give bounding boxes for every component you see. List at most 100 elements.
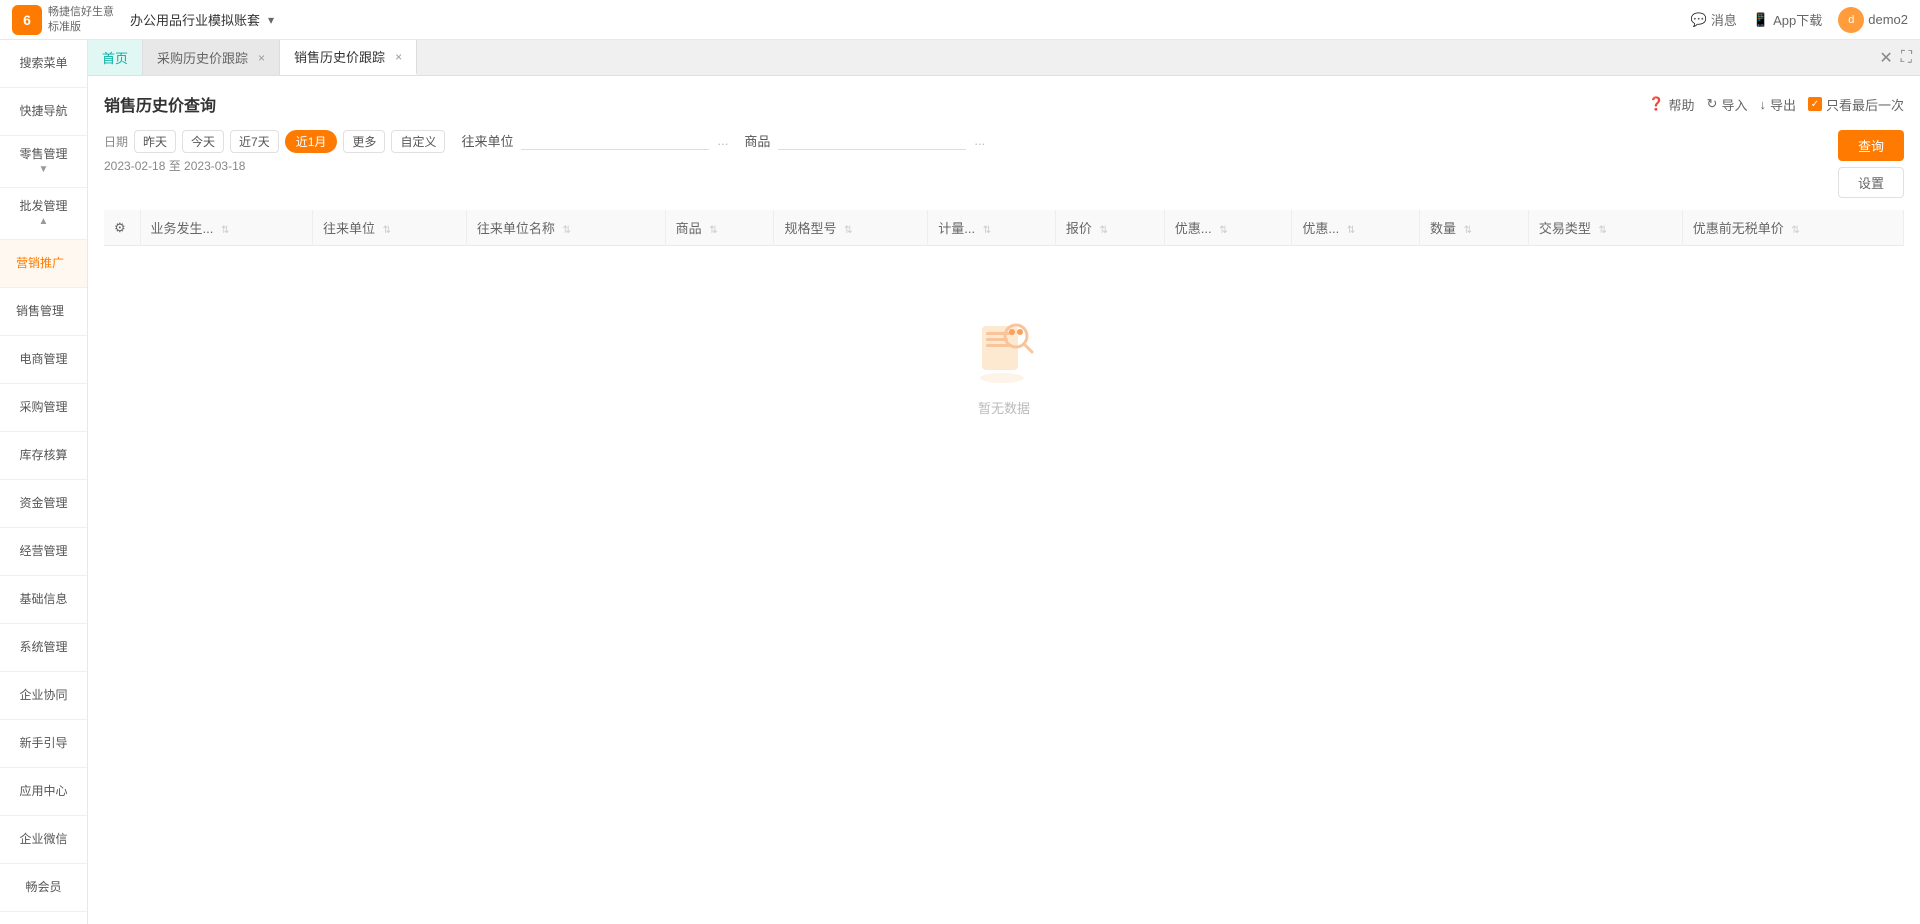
page-title: 销售历史价查询: [104, 92, 216, 116]
table-header-biz-date[interactable]: 业务发生... ⇅: [140, 210, 313, 246]
sidebar: 搜索菜单 快捷导航 零售管理 ▼ 批发管理 ▲ 营销推广 销售管理 电商管理 采…: [0, 40, 88, 924]
sidebar-item-operations[interactable]: 经营管理: [0, 528, 87, 576]
sort-arrows-spec[interactable]: ⇅: [844, 225, 852, 236]
table-header-quote[interactable]: 报价 ⇅: [1055, 210, 1164, 246]
table-header-discount1[interactable]: 优惠... ⇅: [1164, 210, 1292, 246]
sort-arrows-discount2[interactable]: ⇅: [1347, 225, 1355, 236]
checkbox-icon: ✓: [1808, 97, 1822, 111]
sidebar-label-vip: 畅会员: [25, 879, 61, 896]
partner-filter: 往来单位 ...: [461, 130, 728, 150]
sidebar-item-wholesale-mgmt[interactable]: 批发管理 ▲: [0, 188, 87, 240]
page-content: 销售历史价查询 ❓ 帮助 ↻ 导入 ↓ 导出 ✓: [88, 76, 1920, 924]
sidebar-item-purchase-mgmt[interactable]: 采购管理: [0, 384, 87, 432]
app-title-dropdown[interactable]: ▾: [268, 13, 274, 27]
page-header-actions: ❓ 帮助 ↻ 导入 ↓ 导出 ✓ 只看最后一次: [1648, 95, 1904, 114]
import-btn[interactable]: ↻ 导入: [1707, 95, 1748, 114]
table-header-no-tax-price[interactable]: 优惠前无税单价 ⇅: [1682, 210, 1903, 246]
date-btn-7days[interactable]: 近7天: [230, 130, 279, 153]
date-btn-more[interactable]: 更多: [343, 130, 385, 153]
close-tab-btn[interactable]: ✕: [1879, 48, 1892, 68]
export-btn[interactable]: ↓ 导出: [1759, 95, 1796, 114]
gear-icon[interactable]: ⚙: [114, 220, 126, 235]
sort-arrows-product[interactable]: ⇅: [709, 225, 717, 236]
table-header-discount2[interactable]: 优惠... ⇅: [1292, 210, 1420, 246]
sidebar-item-enterprise[interactable]: 企业协同: [0, 672, 87, 720]
date-btn-today[interactable]: 今天: [182, 130, 224, 153]
sidebar-item-retail-mgmt[interactable]: 零售管理 ▼: [0, 136, 87, 188]
sidebar-label-sales-mgmt: 销售管理: [16, 303, 64, 320]
sidebar-item-guide[interactable]: 新手引导: [0, 720, 87, 768]
app-title: 办公用品行业模拟账套: [130, 10, 260, 29]
date-btn-yesterday[interactable]: 昨天: [134, 130, 176, 153]
sidebar-item-marketing[interactable]: 营销推广: [0, 240, 87, 288]
tab-sales-history-label: 销售历史价跟踪: [294, 47, 385, 66]
tab-sales-history-close[interactable]: ×: [395, 50, 402, 64]
date-btn-1month[interactable]: 近1月: [285, 130, 338, 153]
sidebar-item-ecommerce[interactable]: 电商管理: [0, 336, 87, 384]
product-filter-input[interactable]: [778, 130, 966, 150]
user-avatar[interactable]: d demo2: [1838, 7, 1908, 33]
product-filter-label: 商品: [744, 131, 770, 150]
partner-filter-dots[interactable]: ...: [717, 133, 728, 148]
tab-home[interactable]: 首页: [88, 40, 143, 75]
sort-arrows-partner-name[interactable]: ⇅: [562, 225, 570, 236]
query-button[interactable]: 查询: [1838, 130, 1904, 161]
table-header-product[interactable]: 商品 ⇅: [665, 210, 774, 246]
date-range-display: 2023-02-18 至 2023-03-18: [104, 157, 445, 174]
sidebar-label-search-menu: 搜索菜单: [19, 55, 67, 72]
app-download-btn[interactable]: 📱 App下载: [1753, 10, 1822, 29]
sort-arrows-partner-code[interactable]: ⇅: [383, 225, 391, 236]
date-btn-custom[interactable]: 自定义: [391, 130, 445, 153]
tab-sales-history[interactable]: 销售历史价跟踪 ×: [280, 40, 417, 75]
filter-buttons: 查询 设置: [1838, 130, 1904, 198]
sidebar-label-operations: 经营管理: [19, 543, 67, 560]
sidebar-item-inventory[interactable]: 库存核算: [0, 432, 87, 480]
table-header-gear[interactable]: ⚙: [104, 210, 140, 246]
topbar-right: 💬 消息 📱 App下载 d demo2: [1691, 7, 1908, 33]
sort-arrows-trade-type[interactable]: ⇅: [1599, 225, 1607, 236]
table-header-spec[interactable]: 规格型号 ⇅: [774, 210, 928, 246]
table-header-trade-type[interactable]: 交易类型 ⇅: [1528, 210, 1682, 246]
sidebar-item-system[interactable]: 系统管理: [0, 624, 87, 672]
sidebar-item-sales-mgmt[interactable]: 销售管理: [0, 288, 87, 336]
sidebar-label-guide: 新手引导: [19, 735, 67, 752]
table-header-unit[interactable]: 计量... ⇅: [928, 210, 1056, 246]
product-filter: 商品 ...: [744, 130, 985, 150]
maximize-tab-btn[interactable]: ⛶: [1901, 49, 1912, 67]
sort-arrows-quote[interactable]: ⇅: [1100, 225, 1108, 236]
help-btn[interactable]: ❓ 帮助: [1648, 95, 1694, 114]
sidebar-item-vip[interactable]: 畅会员: [0, 864, 87, 912]
table-container: ⚙ 业务发生... ⇅ 往来单位 ⇅ 往来单位名称: [104, 210, 1904, 246]
chevron-down-icon: ▼: [39, 163, 49, 177]
chevron-up-icon: ▲: [39, 215, 49, 229]
sidebar-item-wechat[interactable]: 企业微信: [0, 816, 87, 864]
sidebar-item-finance[interactable]: 资金管理: [0, 480, 87, 528]
sort-arrows-biz-date[interactable]: ⇅: [221, 225, 229, 236]
sort-arrows-unit[interactable]: ⇅: [983, 225, 991, 236]
date-filter-group: 日期 昨天 今天 近7天 近1月 更多 自定义 2023-02-18 至 202…: [104, 130, 445, 174]
table-header-partner-code[interactable]: 往来单位 ⇅: [313, 210, 467, 246]
help-icon: ❓: [1648, 96, 1664, 112]
sort-arrows-qty[interactable]: ⇅: [1464, 225, 1472, 236]
sidebar-item-app-center[interactable]: 应用中心: [0, 768, 87, 816]
topbar-left: 6 畅捷信好生意 标准版 办公用品行业模拟账套 ▾: [12, 5, 274, 35]
table-header-partner-name[interactable]: 往来单位名称 ⇅: [466, 210, 665, 246]
filter-bar: 日期 昨天 今天 近7天 近1月 更多 自定义 2023-02-18 至 202…: [104, 130, 1904, 198]
tab-purchase-history[interactable]: 采购历史价跟踪 ×: [143, 40, 280, 75]
tab-bar-actions: ✕ ⛶: [1871, 40, 1920, 75]
sidebar-item-search-menu[interactable]: 搜索菜单: [0, 40, 87, 88]
sort-arrows-no-tax-price[interactable]: ⇅: [1791, 225, 1799, 236]
sidebar-label-purchase-mgmt: 采购管理: [19, 399, 67, 416]
page-header: 销售历史价查询 ❓ 帮助 ↻ 导入 ↓ 导出 ✓: [104, 92, 1904, 116]
sort-arrows-discount1[interactable]: ⇅: [1219, 225, 1227, 236]
only-last-checkbox[interactable]: ✓ 只看最后一次: [1808, 95, 1904, 114]
product-filter-dots[interactable]: ...: [974, 133, 985, 148]
partner-filter-input[interactable]: [521, 130, 709, 150]
data-table: ⚙ 业务发生... ⇅ 往来单位 ⇅ 往来单位名称: [104, 210, 1904, 246]
settings-button[interactable]: 设置: [1838, 167, 1904, 198]
sidebar-item-basic-info[interactable]: 基础信息: [0, 576, 87, 624]
sidebar-item-quick-nav[interactable]: 快捷导航: [0, 88, 87, 136]
tab-purchase-history-close[interactable]: ×: [258, 51, 265, 65]
message-btn[interactable]: 💬 消息: [1691, 10, 1737, 29]
table-header-qty[interactable]: 数量 ⇅: [1420, 210, 1529, 246]
